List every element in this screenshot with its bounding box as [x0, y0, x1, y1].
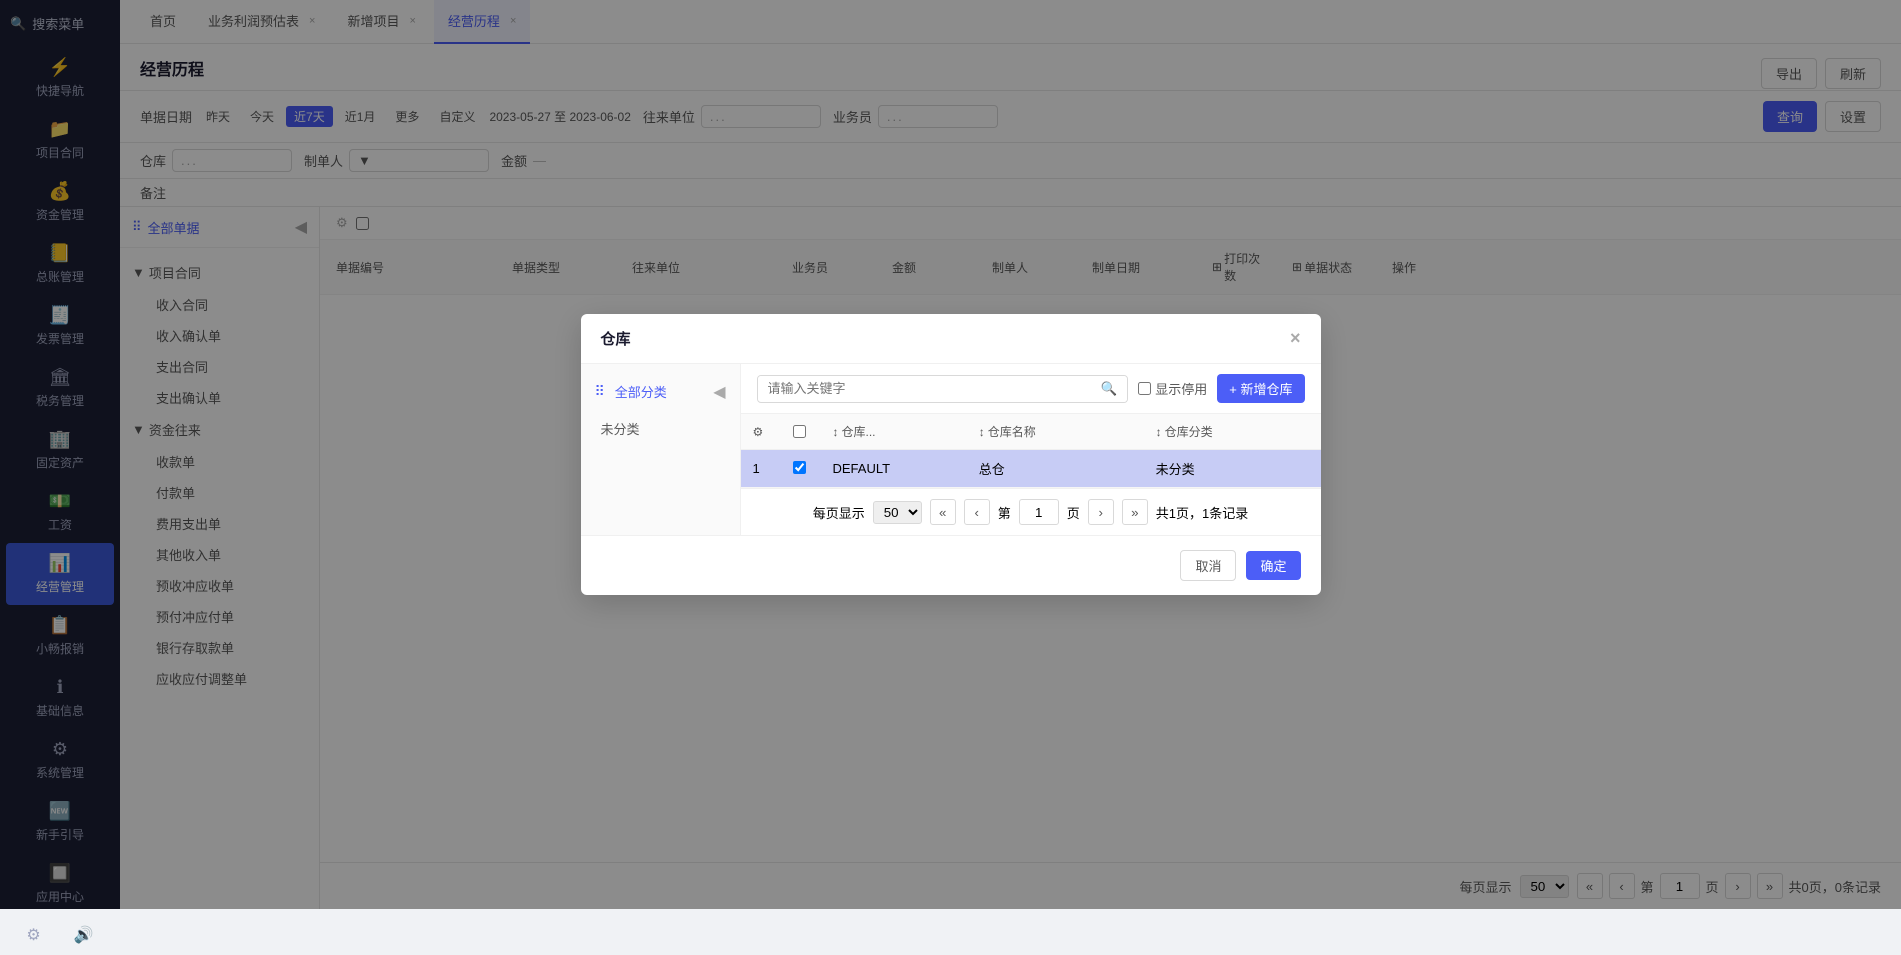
- modal-row-category: 未分类: [1144, 450, 1321, 487]
- modal-last-page[interactable]: »: [1122, 499, 1148, 525]
- sort-up-icon-code: ↕: [833, 425, 839, 439]
- modal-table-row-1[interactable]: 1 DEFAULT 总仓 未分类: [741, 450, 1321, 488]
- modal-close-btn[interactable]: ×: [1290, 328, 1301, 349]
- modal-search-button[interactable]: 🔍: [1091, 376, 1128, 402]
- modal-col-name-label: 仓库名称: [988, 423, 1036, 440]
- modal-header: 仓库 ×: [581, 314, 1321, 364]
- settings-col-icon: ⚙: [753, 425, 764, 439]
- warehouse-modal: 仓库 × ⠿ 全部分类 ◀ 未分类: [581, 314, 1321, 595]
- modal-search-input[interactable]: [758, 376, 1091, 401]
- modal-toolbar: 🔍 显示停用 + 新增仓库: [741, 364, 1321, 414]
- modal-all-category-label: 全部分类: [615, 382, 667, 401]
- modal-title: 仓库: [601, 328, 631, 349]
- modal-row-code: DEFAULT: [821, 452, 967, 485]
- modal-search-box: 🔍: [757, 375, 1129, 403]
- modal-confirm-btn[interactable]: 确定: [1246, 551, 1300, 580]
- modal-row-name: 总仓: [967, 450, 1144, 487]
- modal-next-page[interactable]: ›: [1088, 499, 1114, 525]
- modal-row-checkbox-input[interactable]: [793, 461, 806, 474]
- modal-col-settings[interactable]: ⚙: [741, 416, 781, 448]
- modal-body: ⠿ 全部分类 ◀ 未分类 🔍: [581, 364, 1321, 535]
- modal-right-panel: 🔍 显示停用 + 新增仓库 ⚙: [741, 364, 1321, 535]
- sort-up-icon-name: ↕: [979, 425, 985, 439]
- modal-uncategorized-label: 未分类: [601, 419, 640, 438]
- modal-col-category-label: 仓库分类: [1165, 423, 1213, 440]
- modal-first-page[interactable]: «: [930, 499, 956, 525]
- modal-show-disabled-checkbox[interactable]: [1138, 382, 1151, 395]
- modal-total-info: 共1页，1条记录: [1156, 503, 1248, 522]
- modal-col-code[interactable]: ↕ 仓库...: [821, 414, 967, 449]
- modal-add-btn[interactable]: + 新增仓库: [1217, 374, 1304, 403]
- modal-per-page-label: 每页显示: [813, 503, 865, 522]
- modal-pagination: 每页显示 50 « ‹ 第 页 › » 共1页，1条记录: [741, 488, 1321, 535]
- sidebar-bottom: ⚙ 🔊: [0, 915, 120, 955]
- modal-table: ⚙ ↕ 仓库... ↕ 仓库名称: [741, 414, 1321, 488]
- modal-per-page-select[interactable]: 50: [873, 501, 922, 524]
- sort-up-icon-cat: ↕: [1156, 425, 1162, 439]
- modal-left-panel: ⠿ 全部分类 ◀ 未分类: [581, 364, 741, 535]
- modal-page-word: 第: [998, 503, 1011, 522]
- modal-show-disabled-text: 显示停用: [1155, 379, 1207, 398]
- grid-icon-modal: ⠿: [595, 383, 605, 400]
- modal-show-disabled-label[interactable]: 显示停用: [1138, 379, 1207, 398]
- modal-actions: 取消 确定: [581, 535, 1321, 595]
- modal-col-category[interactable]: ↕ 仓库分类: [1144, 414, 1321, 449]
- modal-table-header: ⚙ ↕ 仓库... ↕ 仓库名称: [741, 414, 1321, 450]
- modal-row-checkbox[interactable]: [781, 452, 821, 486]
- modal-col-checkbox-hdr[interactable]: [781, 416, 821, 447]
- sidebar-settings-icon[interactable]: ⚙: [26, 925, 40, 945]
- modal-collapse-btn[interactable]: ◀: [713, 382, 725, 402]
- modal-select-all[interactable]: [793, 425, 806, 438]
- modal-col-name[interactable]: ↕ 仓库名称: [967, 414, 1144, 449]
- modal-row-sort: 1: [741, 452, 781, 485]
- modal-category-uncategorized[interactable]: 未分类: [581, 411, 740, 446]
- modal-category-all[interactable]: ⠿ 全部分类: [591, 378, 671, 405]
- modal-col-code-label: 仓库...: [842, 423, 876, 440]
- modal-page-input[interactable]: [1019, 499, 1059, 525]
- modal-cancel-btn[interactable]: 取消: [1180, 550, 1236, 581]
- sidebar-volume-icon[interactable]: 🔊: [74, 925, 94, 945]
- modal-prev-page[interactable]: ‹: [964, 499, 990, 525]
- modal-page-label: 页: [1067, 503, 1080, 522]
- modal-overlay: 仓库 × ⠿ 全部分类 ◀ 未分类: [0, 0, 1901, 909]
